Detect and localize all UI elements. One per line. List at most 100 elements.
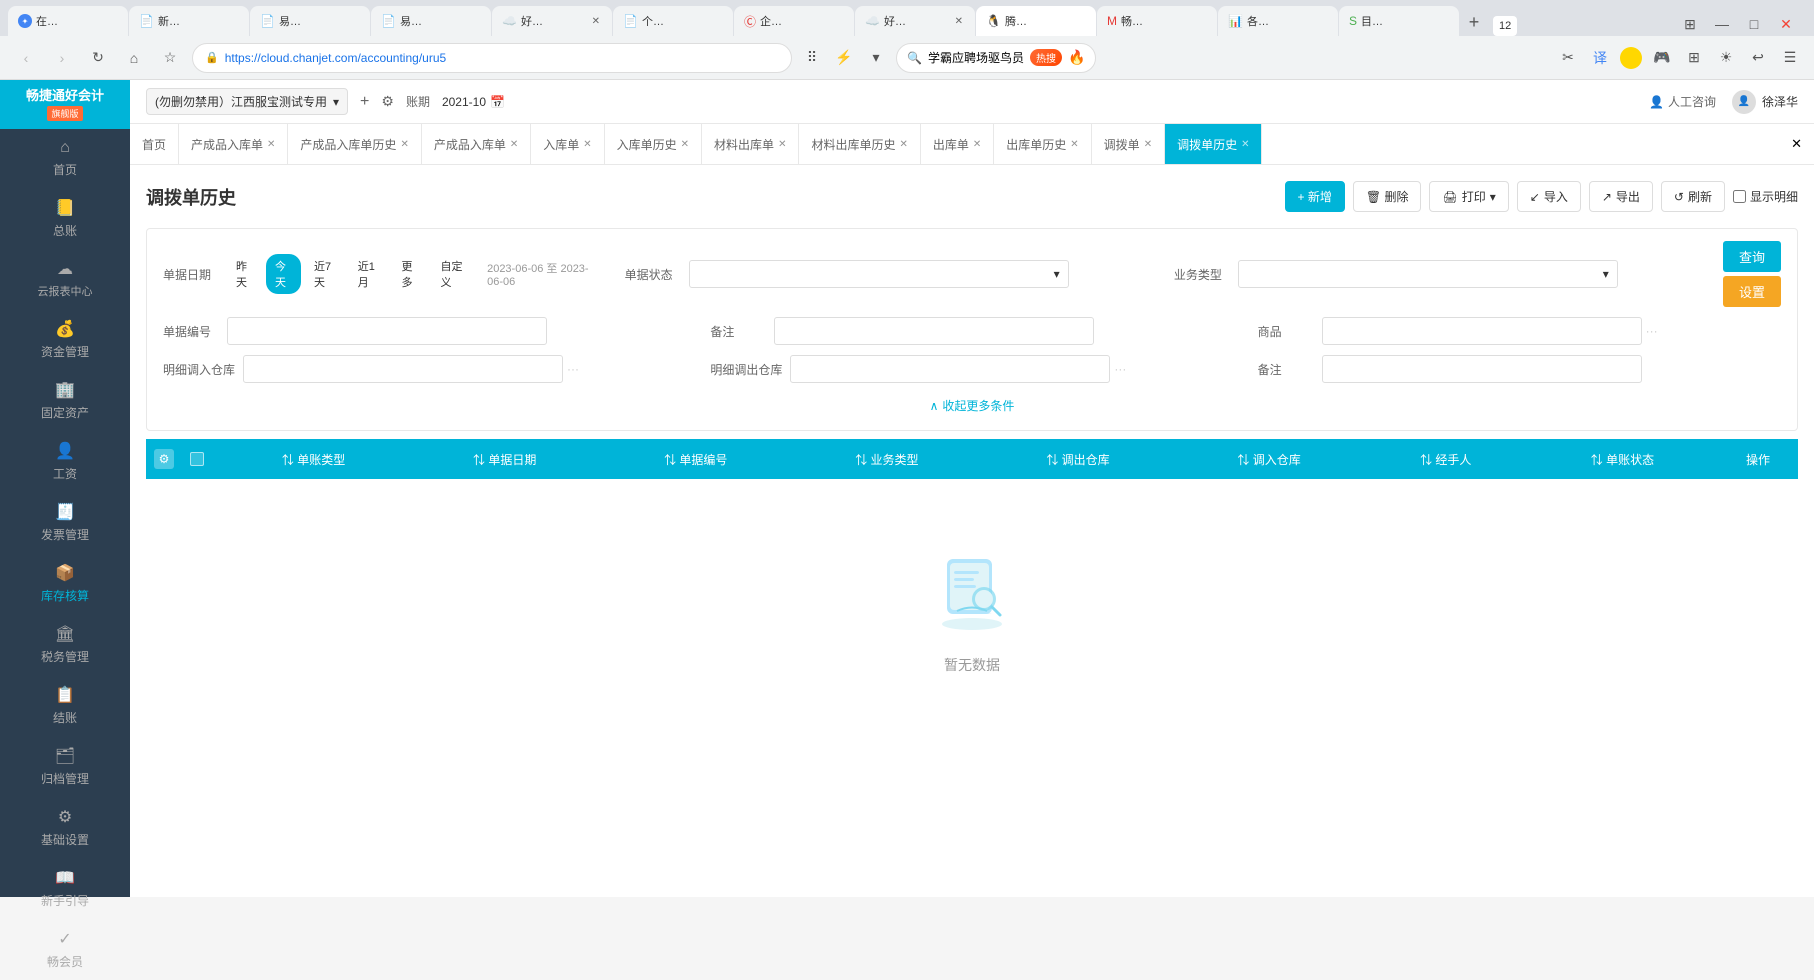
menu-icon[interactable]: ☰ [1778, 46, 1802, 70]
page-tab-stock-out-history[interactable]: 出库单历史 ✕ [994, 124, 1091, 164]
tab-stock-out-history-close[interactable]: ✕ [1070, 139, 1078, 150]
maximize-icon[interactable]: □ [1742, 12, 1766, 36]
sidebar-item-invoice[interactable]: 🧾 发票管理 [0, 492, 130, 553]
sidebar-item-tax[interactable]: 🏛 税务管理 [0, 614, 130, 675]
detail-in-input[interactable] [243, 355, 563, 383]
sidebar-item-closing[interactable]: 📋 结账 [0, 675, 130, 736]
goods-input[interactable] [1322, 317, 1642, 345]
page-tab-transfer-history[interactable]: 调拨单历史 ✕ [1165, 124, 1262, 164]
detail-in-dots[interactable]: ··· [567, 362, 579, 376]
tab-stock-out-close[interactable]: ✕ [973, 139, 981, 150]
browser-tab-1[interactable]: ✦ 在… [8, 6, 128, 36]
browser-tab-12[interactable]: S 目… [1339, 6, 1459, 36]
extension2-icon[interactable]: 🎮 [1650, 46, 1674, 70]
tab-outbound-history-close[interactable]: ✕ [899, 139, 907, 150]
remark2-input[interactable] [1322, 355, 1642, 383]
show-all-toggle[interactable]: 显示明细 [1733, 188, 1798, 205]
tab-inbound2-close[interactable]: ✕ [510, 139, 518, 150]
remark-input[interactable] [774, 317, 1094, 345]
page-tab-transfer[interactable]: 调拨单 ✕ [1092, 124, 1165, 164]
browser-tab-3[interactable]: 📄 易… [250, 6, 370, 36]
page-tab-outbound-history[interactable]: 材料出库单历史 ✕ [799, 124, 920, 164]
tab-inbound-history-close[interactable]: ✕ [400, 139, 408, 150]
undo-icon[interactable]: ↩ [1746, 46, 1770, 70]
docno-input[interactable] [227, 317, 547, 345]
tab-transfer-history-close[interactable]: ✕ [1241, 139, 1249, 150]
refresh-button[interactable]: ↺ 刷新 [1661, 181, 1725, 212]
page-tab-stock-in-history[interactable]: 入库单历史 ✕ [605, 124, 702, 164]
bookmark-button[interactable]: ☆ [156, 44, 184, 72]
select-all-checkbox[interactable] [190, 452, 204, 466]
collapse-button[interactable]: ∧ 收起更多条件 [930, 397, 1015, 414]
tab-inbound-close[interactable]: ✕ [267, 139, 275, 150]
browser-tab-5[interactable]: ☁️ 好… ✕ [492, 6, 612, 36]
address-bar[interactable]: 🔒 https://cloud.chanjet.com/accounting/u… [192, 43, 792, 73]
new-tab-button[interactable]: + [1460, 8, 1488, 36]
tab-transfer-close[interactable]: ✕ [1144, 139, 1152, 150]
company-selector[interactable]: (勿删勿禁用）江西服宝测试专用 ▾ [146, 88, 348, 115]
page-tab-inbound[interactable]: 产成品入库单 ✕ [179, 124, 288, 164]
status-select[interactable]: ▾ [689, 260, 1069, 288]
minimize-icon[interactable]: — [1710, 12, 1734, 36]
goods-dots[interactable]: ··· [1646, 324, 1658, 338]
print-button[interactable]: 🖨 打印 ▾ [1429, 181, 1508, 212]
scissors-icon[interactable]: ✂ [1556, 46, 1580, 70]
browser-tab-4[interactable]: 📄 易… [371, 6, 491, 36]
add-company-btn[interactable]: + [360, 93, 369, 111]
sidebar-item-ledger[interactable]: 📒 总账 [0, 188, 130, 249]
brightness-icon[interactable]: ☀ [1714, 46, 1738, 70]
detail-out-dots[interactable]: ··· [1114, 362, 1126, 376]
browser-tab-2[interactable]: 📄 新… [129, 6, 249, 36]
business-type-select[interactable]: ▾ [1238, 260, 1618, 288]
show-all-checkbox[interactable] [1733, 190, 1746, 203]
browser-tab-11[interactable]: 📊 各… [1218, 6, 1338, 36]
forward-button[interactable]: › [48, 44, 76, 72]
lightning-icon[interactable]: ⚡ [832, 46, 856, 70]
tab-stock-in-close[interactable]: ✕ [583, 139, 591, 150]
page-tab-stock-in[interactable]: 入库单 ✕ [531, 124, 604, 164]
sidebar-item-guide[interactable]: 📖 新手引导 [0, 858, 130, 919]
new-button[interactable]: + 新增 [1285, 181, 1345, 212]
sidebar-item-settings[interactable]: ⚙ 基础设置 [0, 797, 130, 858]
import-button[interactable]: ↙ 导入 [1517, 181, 1581, 212]
browser-tab-10[interactable]: M 畅… [1097, 6, 1217, 36]
extensions-icon[interactable]: ⠿ [800, 46, 824, 70]
tab-close-5[interactable]: ✕ [590, 14, 602, 29]
browser-tab-7[interactable]: Ⓒ 企… [734, 6, 854, 36]
delete-button[interactable]: 🗑 删除 [1353, 181, 1422, 212]
date-btn-more[interactable]: 更多 [393, 254, 428, 294]
page-tab-inbound-history[interactable]: 产成品入库单历史 ✕ [288, 124, 421, 164]
back-button[interactable]: ‹ [12, 44, 40, 72]
sidebar-item-inventory[interactable]: 📦 库存核算 [0, 553, 130, 614]
period-value[interactable]: 2021-10 📅 [442, 95, 505, 109]
browser-tab-9[interactable]: 🐧 腾… [976, 6, 1096, 36]
close-all-tabs[interactable]: ✕ [1779, 136, 1814, 152]
page-tab-stock-out[interactable]: 出库单 ✕ [921, 124, 994, 164]
detail-out-input[interactable] [790, 355, 1110, 383]
tab-close-8[interactable]: ✕ [953, 14, 965, 29]
extension1-icon[interactable] [1620, 47, 1642, 69]
sidebar-item-cloud-report[interactable]: ☁ 云报表中心 [0, 249, 130, 309]
tab-stock-in-history-close[interactable]: ✕ [681, 139, 689, 150]
browser-search[interactable]: 🔍 学霸应聘场驱鸟员 热搜 🔥 [896, 43, 1096, 73]
sidebar-item-archive[interactable]: 🗂 归档管理 [0, 736, 130, 797]
sidebar-item-home[interactable]: ⌂ 首页 [0, 129, 130, 188]
sidebar-item-member[interactable]: ✓ 畅会员 [0, 919, 130, 980]
export-button[interactable]: ↗ 导出 [1589, 181, 1653, 212]
query-button[interactable]: 查询 [1723, 241, 1781, 272]
filter-settings-button[interactable]: 设置 [1723, 276, 1781, 307]
column-settings-btn[interactable]: ⚙ [154, 449, 174, 469]
date-btn-today[interactable]: 今天 [266, 254, 301, 294]
service-button[interactable]: 👤 人工咨询 [1649, 93, 1716, 110]
grid-icon[interactable]: ⊞ [1682, 46, 1706, 70]
browser-tab-6[interactable]: 📄 个… [613, 6, 733, 36]
date-btn-1month[interactable]: 近1月 [349, 254, 389, 294]
tab-manager-icon[interactable]: ⊞ [1678, 12, 1702, 36]
reload-button[interactable]: ↻ [84, 44, 112, 72]
dropdown-icon[interactable]: ▾ [864, 46, 888, 70]
page-tab-outbound[interactable]: 材料出库单 ✕ [702, 124, 799, 164]
date-btn-custom[interactable]: 自定义 [432, 254, 476, 294]
date-btn-7days[interactable]: 近7天 [305, 254, 345, 294]
sidebar-item-payroll[interactable]: 👤 工资 [0, 431, 130, 492]
sidebar-item-funds[interactable]: 💰 资金管理 [0, 309, 130, 370]
